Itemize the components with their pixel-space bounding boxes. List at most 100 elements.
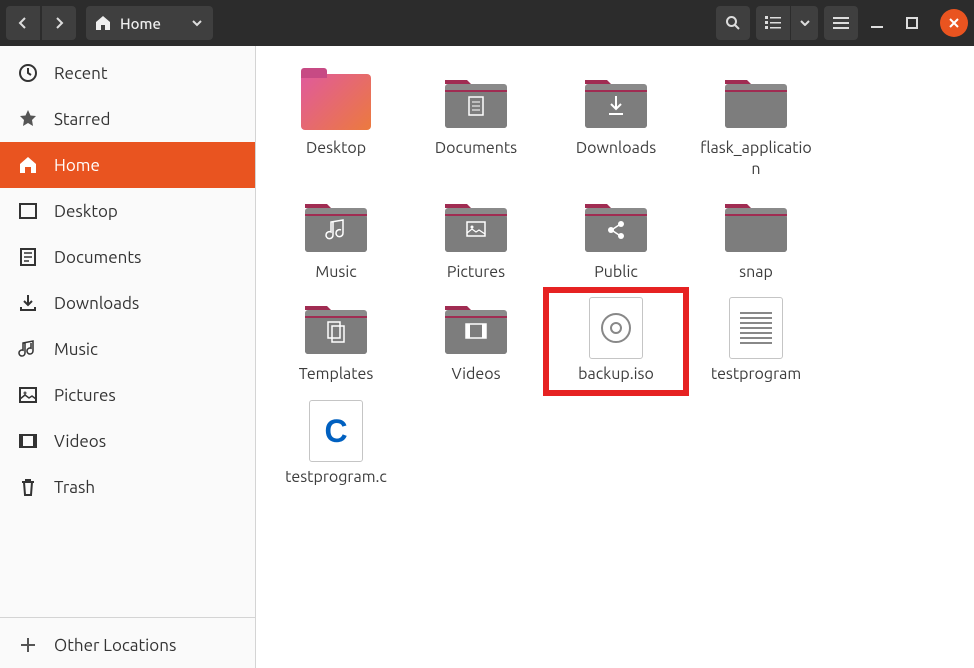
- file-label: testprogram.c: [285, 467, 387, 488]
- folder-icon: [721, 72, 791, 132]
- sidebar-divider: [0, 617, 255, 618]
- file-label: Templates: [299, 364, 374, 385]
- file-label: flask_application: [696, 138, 816, 180]
- search-icon: [725, 15, 741, 31]
- file-item[interactable]: Downloads: [546, 64, 686, 188]
- minimize-icon: [871, 16, 885, 30]
- sidebar-label: Videos: [54, 432, 106, 451]
- file-item[interactable]: Videos: [406, 290, 546, 393]
- folder-icon: [301, 298, 371, 358]
- video-icon: [18, 431, 38, 451]
- sidebar-item-trash[interactable]: Trash: [0, 464, 255, 510]
- sidebar-label: Desktop: [54, 202, 118, 221]
- sidebar-label: Recent: [54, 64, 108, 83]
- sidebar-label: Pictures: [54, 386, 116, 405]
- view-dropdown-button[interactable]: [790, 6, 818, 40]
- forward-button[interactable]: [42, 6, 76, 40]
- file-label: Videos: [451, 364, 500, 385]
- folder-icon: [581, 72, 651, 132]
- square-icon: [18, 201, 38, 221]
- sidebar-item-starred[interactable]: Starred: [0, 96, 255, 142]
- file-item[interactable]: Ctestprogram.c: [266, 393, 406, 496]
- file-label: snap: [739, 262, 773, 283]
- folder-icon: [441, 196, 511, 256]
- sidebar-item-desktop[interactable]: Desktop: [0, 188, 255, 234]
- trash-icon: [18, 477, 38, 497]
- chevron-left-icon: [17, 16, 29, 30]
- hamburger-menu-button[interactable]: [824, 6, 858, 40]
- file-item[interactable]: Templates: [266, 290, 406, 393]
- sidebar-item-music[interactable]: Music: [0, 326, 255, 372]
- file-label: backup.iso: [578, 364, 654, 385]
- file-label: Documents: [435, 138, 517, 159]
- folder-icon: [441, 72, 511, 132]
- file-item[interactable]: Public: [546, 188, 686, 291]
- main-area: RecentStarredHomeDesktopDocumentsDownloa…: [0, 46, 974, 668]
- close-button[interactable]: [940, 9, 968, 37]
- folder-icon: [301, 196, 371, 256]
- sidebar-label: Starred: [54, 110, 111, 129]
- maximize-icon: [906, 17, 918, 29]
- folder-icon: [301, 74, 371, 130]
- music-icon: [18, 339, 38, 359]
- sidebar: Recent Starred Home Desktop Documents Downloa…: [0, 46, 256, 668]
- document-icon: [18, 247, 38, 267]
- sidebar-label: Music: [54, 340, 98, 359]
- c-file-icon: C: [309, 400, 363, 462]
- sidebar-label: Documents: [54, 248, 141, 267]
- list-icon: [765, 16, 781, 30]
- download-icon: [18, 293, 38, 313]
- nav-buttons: [6, 6, 76, 40]
- chevron-down-icon: [191, 19, 203, 27]
- file-label: Music: [315, 262, 356, 283]
- sidebar-label: Trash: [54, 478, 95, 497]
- file-item[interactable]: backup.iso: [546, 290, 686, 393]
- plus-icon: [18, 635, 38, 655]
- disc-file-icon: [589, 297, 643, 359]
- star-icon: [18, 109, 38, 129]
- maximize-button[interactable]: [898, 9, 926, 37]
- titlebar: Home: [0, 0, 974, 46]
- sidebar-item-recent[interactable]: Recent: [0, 50, 255, 96]
- folder-icon: [721, 196, 791, 256]
- file-item[interactable]: Desktop: [266, 64, 406, 188]
- close-icon: [948, 17, 960, 29]
- file-item[interactable]: Pictures: [406, 188, 546, 291]
- sidebar-item-downloads[interactable]: Downloads: [0, 280, 255, 326]
- chevron-right-icon: [53, 16, 65, 30]
- sidebar-label: Downloads: [54, 294, 139, 313]
- file-item[interactable]: snap: [686, 188, 826, 291]
- folder-icon: [441, 298, 511, 358]
- sidebar-label: Other Locations: [54, 636, 176, 655]
- text-file-icon: [729, 297, 783, 359]
- path-bar[interactable]: Home: [86, 6, 213, 40]
- view-list-button[interactable]: [756, 6, 790, 40]
- home-icon: [94, 14, 112, 32]
- path-label: Home: [120, 15, 163, 32]
- minimize-button[interactable]: [864, 9, 892, 37]
- clock-icon: [18, 63, 38, 83]
- sidebar-other-locations[interactable]: Other Locations: [0, 622, 255, 668]
- file-item[interactable]: Music: [266, 188, 406, 291]
- back-button[interactable]: [6, 6, 40, 40]
- search-button[interactable]: [716, 6, 750, 40]
- file-label: testprogram: [711, 364, 801, 385]
- file-item[interactable]: Documents: [406, 64, 546, 188]
- file-label: Downloads: [576, 138, 656, 159]
- chevron-down-icon: [800, 20, 810, 26]
- view-group: [756, 6, 818, 40]
- file-label: Public: [594, 262, 638, 283]
- file-item[interactable]: testprogram: [686, 290, 826, 393]
- home-icon: [18, 155, 38, 175]
- sidebar-item-documents[interactable]: Documents: [0, 234, 255, 280]
- sidebar-item-pictures[interactable]: Pictures: [0, 372, 255, 418]
- file-grid: Desktop Documents Downloads flask_applic…: [266, 64, 964, 496]
- folder-icon: [581, 196, 651, 256]
- picture-icon: [18, 385, 38, 405]
- file-view[interactable]: Desktop Documents Downloads flask_applic…: [256, 46, 974, 668]
- file-label: Pictures: [447, 262, 505, 283]
- sidebar-item-videos[interactable]: Videos: [0, 418, 255, 464]
- file-item[interactable]: flask_application: [686, 64, 826, 188]
- sidebar-item-home[interactable]: Home: [0, 142, 255, 188]
- hamburger-icon: [833, 16, 849, 30]
